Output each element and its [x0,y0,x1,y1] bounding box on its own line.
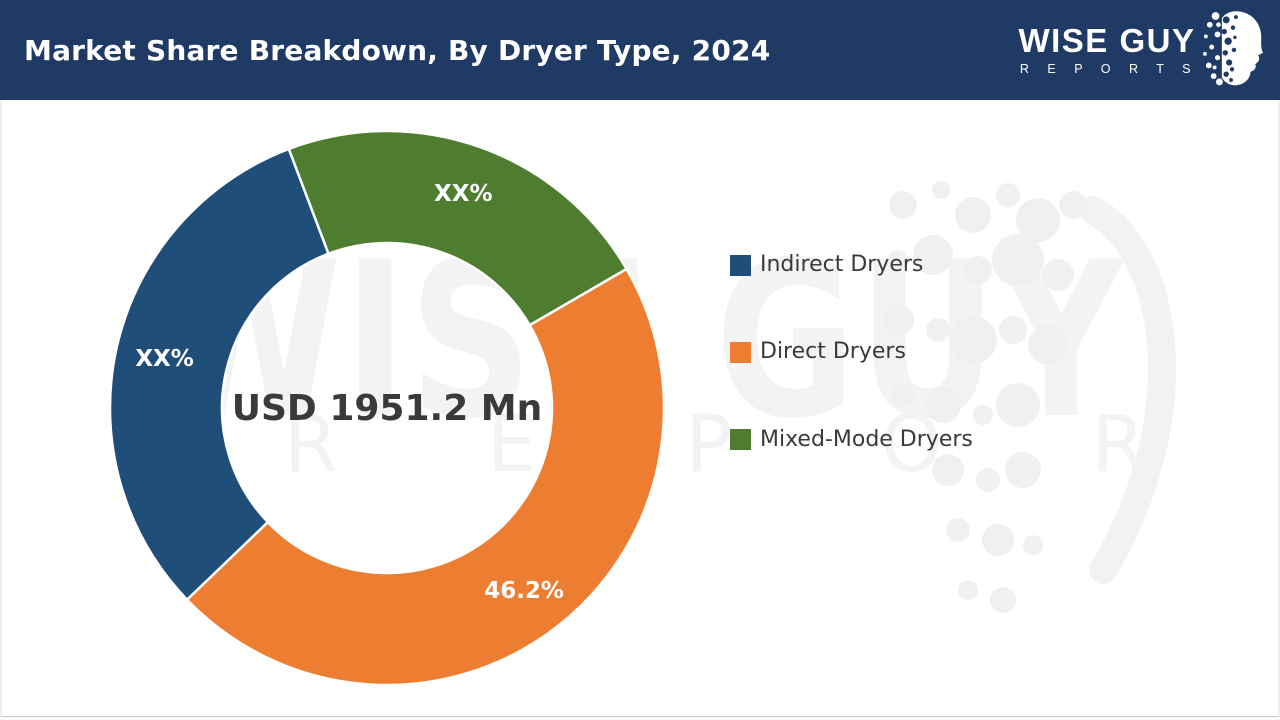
chart-canvas: WISE GUY R E P O R T S [0,100,1280,717]
legend-item-indirect-dryers: Indirect Dryers [730,252,973,278]
donut-chart: XX% XX% 46.2% USD 1951.2 Mn [107,128,667,688]
logo-head-icon [1202,7,1264,93]
wise-guy-logo: WISE GUY R E P O R T S [1016,7,1264,93]
chart-legend: Indirect Dryers Direct Dryers Mixed-Mode… [730,252,973,453]
legend-item-mixed-mode-dryers: Mixed-Mode Dryers [730,427,973,453]
legend-swatch-direct [730,342,751,364]
slide: Market Share Breakdown, By Dryer Type, 2… [0,0,1280,720]
logo-text: WISE GUY R E P O R T S [1016,24,1198,76]
logo-wordmark: WISE GUY [1018,22,1196,60]
legend-swatch-indirect [730,254,751,276]
header-bar: Market Share Breakdown, By Dryer Type, 2… [0,0,1280,100]
legend-label: Indirect Dryers [760,252,924,277]
legend-swatch-mixed-mode [730,429,751,451]
legend-item-direct-dryers: Direct Dryers [730,339,973,365]
legend-label: Direct Dryers [760,339,906,365]
chart-center-value: USD 1951.2 Mn [231,387,543,429]
page-title: Market Share Breakdown, By Dryer Type, 2… [24,33,771,67]
logo-subtitle: R E P O R T S [1019,61,1198,76]
legend-label: Mixed-Mode Dryers [760,426,973,452]
